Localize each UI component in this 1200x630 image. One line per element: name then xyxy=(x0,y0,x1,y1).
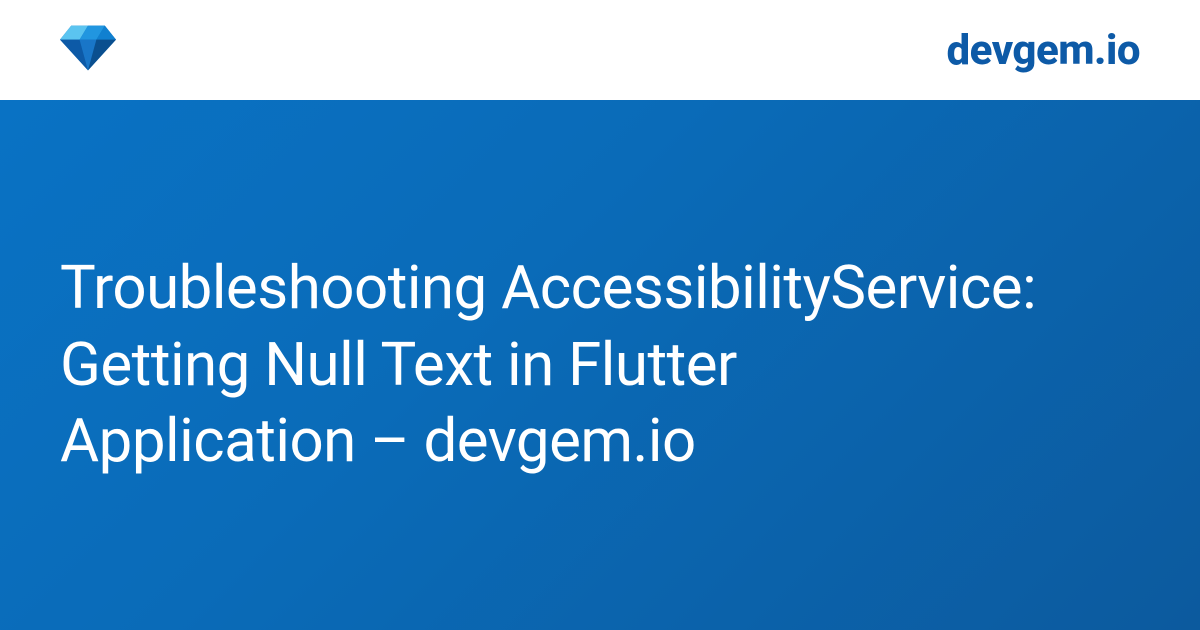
page-title: Troubleshooting AccessibilityService: Ge… xyxy=(60,250,1040,480)
logo xyxy=(60,24,116,76)
diamond-icon xyxy=(60,24,116,76)
hero-section: Troubleshooting AccessibilityService: Ge… xyxy=(0,100,1200,630)
brand-name: devgem.io xyxy=(947,26,1140,75)
header: devgem.io xyxy=(0,0,1200,100)
